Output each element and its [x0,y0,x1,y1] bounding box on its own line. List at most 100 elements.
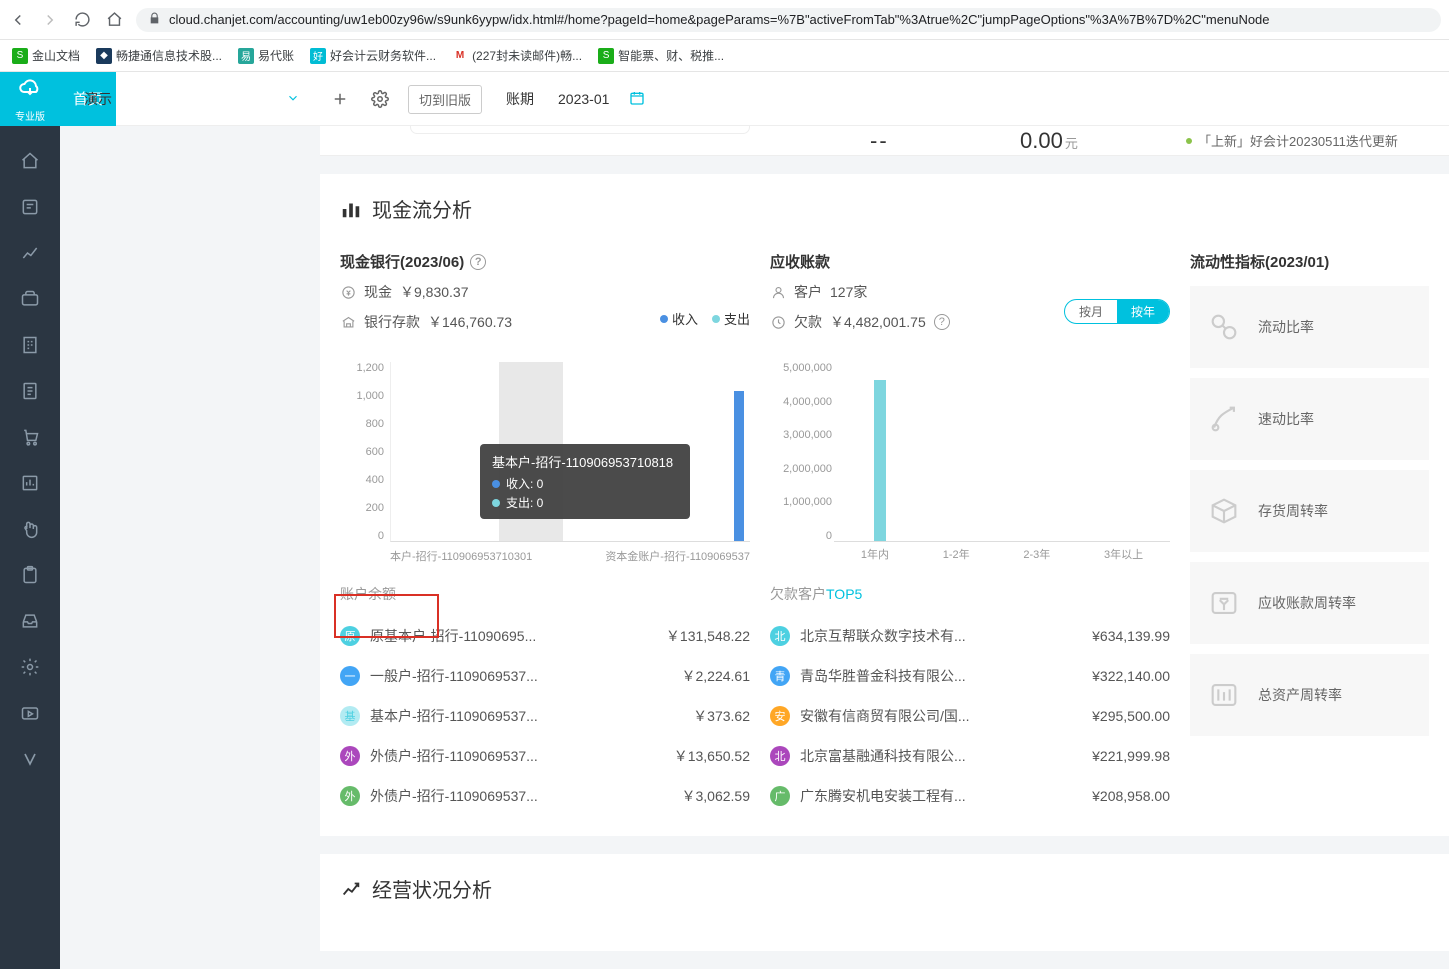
account-value: ￥3,062.59 [682,786,751,806]
org-selector[interactable]: 演示 [72,81,312,117]
nav-settings-icon[interactable] [0,644,60,690]
bookmark-item[interactable]: 易易代账 [238,47,294,64]
indicator-icon [1204,491,1244,531]
bookmark-icon: 易 [238,48,254,64]
bookmark-icon: ◆ [96,48,112,64]
customer-badge: 北 [770,626,790,646]
indicator-label: 总资产周转率 [1258,685,1342,705]
help-icon[interactable]: ? [934,314,950,330]
nav-video-icon[interactable] [0,690,60,736]
nav-clipboard-icon[interactable] [0,552,60,598]
toggle-year[interactable]: 按年 [1117,300,1169,323]
indicator-icon [1204,675,1244,715]
indicator-icon [1204,399,1244,439]
nav-home-icon[interactable] [0,138,60,184]
nav-v-icon[interactable] [0,736,60,782]
bookmark-icon: 好 [310,48,326,64]
nav-ledger-icon[interactable] [0,184,60,230]
switch-old-button[interactable]: 切到旧版 [408,85,482,114]
indicator-label: 速动比率 [1258,409,1314,429]
customer-row[interactable]: 青 青岛华胜普金科技有限公... ¥322,140.00 [770,656,1170,696]
receivables-title: 应收账款 [770,251,950,272]
nav-cart-icon[interactable] [0,414,60,460]
customer-icon [770,284,786,300]
account-value: ￥373.62 [693,706,750,726]
indicator-card[interactable]: 流动比率 [1190,286,1429,368]
cash-bank-title: 现金银行(2023/06) ? [340,251,512,272]
news-dot-icon [1186,138,1192,144]
nav-report-icon[interactable] [0,460,60,506]
section-title: 经营状况分析 [340,874,1429,903]
nav-inbox-icon[interactable] [0,598,60,644]
toggle-month[interactable]: 按月 [1065,300,1117,323]
operating-panel: 经营状况分析 [320,854,1449,951]
indicator-icon [1204,583,1244,623]
customer-row[interactable]: 北 北京富基融通科技有限公... ¥221,999.98 [770,736,1170,776]
chevron-down-icon [286,91,300,108]
indicator-card[interactable]: 总资产周转率 [1190,654,1429,736]
highlight-box [334,594,439,638]
account-row[interactable]: 外 外债户-招行-1109069537... ￥3,062.59 [340,776,750,816]
cash-bank-chart: 1,2001,0008006004002000 基本户-招行-110906953… [340,362,750,562]
account-row[interactable]: 一 一般户-招行-1109069537... ￥2,224.61 [340,656,750,696]
bookmark-item[interactable]: ◆畅捷通信息技术股... [96,47,222,64]
logo-text: 专业版 [15,108,45,123]
customer-value: ¥322,140.00 [1092,668,1170,684]
account-badge: 外 [340,746,360,766]
legend-income: 收入 [660,309,698,328]
nav-hand-icon[interactable] [0,506,60,552]
bookmark-item[interactable]: 好好会计云财务软件... [310,47,436,64]
zero-unit: 元 [1065,133,1078,152]
liquidity-column: 流动性指标(2023/01) 流动比率 速动比率 存货周转率 应收账款周转率 总… [1190,251,1429,816]
customer-label: 客户 [794,282,822,302]
reload-button[interactable] [72,10,92,30]
account-badge: 外 [340,786,360,806]
indicator-card[interactable]: 应收账款周转率 [1190,562,1429,644]
nav-wallet-icon[interactable] [0,276,60,322]
deposit-value: ￥146,760.73 [428,312,512,332]
account-value: ￥2,224.61 [682,666,751,686]
indicator-card[interactable]: 速动比率 [1190,378,1429,460]
bookmark-item[interactable]: M(227封未读邮件)畅... [452,47,582,64]
bookmark-icon: M [452,48,468,64]
nav-building-icon[interactable] [0,322,60,368]
dash-value: -- [870,128,889,154]
help-icon[interactable]: ? [470,254,486,270]
forward-button[interactable] [40,10,60,30]
owe-label: 欠款 [794,312,822,332]
indicator-card[interactable]: 存货周转率 [1190,470,1429,552]
customer-badge: 北 [770,746,790,766]
account-name: 外债户-招行-1109069537... [370,746,664,766]
period-toggle: 按月 按年 [1064,299,1170,324]
news-item[interactable]: 「上新」好会计20230511迭代更新 [1186,131,1398,150]
nav-doc-icon[interactable] [0,368,60,414]
back-button[interactable] [8,10,28,30]
add-button[interactable] [328,87,352,111]
legend-expense: 支出 [712,309,750,328]
calendar-icon[interactable] [629,90,645,109]
account-row[interactable]: 外 外债户-招行-1109069537... ￥13,650.52 [340,736,750,776]
logo[interactable]: 专业版 [0,72,60,126]
period-value: 2023-01 [558,91,609,107]
customer-name: 北京富基融通科技有限公... [800,746,1082,766]
account-name: 一般户-招行-1109069537... [370,666,672,686]
customer-row[interactable]: 安 安徽有信商贸有限公司/国... ¥295,500.00 [770,696,1170,736]
customer-row[interactable]: 广 广东腾安机电安装工程有... ¥208,958.00 [770,776,1170,816]
customer-row[interactable]: 北 北京互帮联众数字技术有... ¥634,139.99 [770,616,1170,656]
customer-name: 北京互帮联众数字技术有... [800,626,1082,646]
settings-button[interactable] [368,87,392,111]
nav-chart-icon[interactable] [0,230,60,276]
receivables-column: 应收账款 客户 127家 欠款 ￥4,482,001.75 [770,251,1170,816]
indicator-label: 存货周转率 [1258,501,1328,521]
url-text: cloud.chanjet.com/accounting/uw1eb00zy96… [169,12,1429,27]
home-button[interactable] [104,10,124,30]
chart-tooltip: 基本户-招行-110906953710818 收入: 0 支出: 0 [480,444,690,519]
bookmark-item[interactable]: S金山文档 [12,47,80,64]
address-bar[interactable]: cloud.chanjet.com/accounting/uw1eb00zy96… [136,8,1441,32]
bookmark-icon: S [12,48,28,64]
account-value: ￥13,650.52 [674,746,750,766]
zero-value: 0.00 [1020,128,1063,154]
bookmark-item[interactable]: S智能票、财、税推... [598,47,724,64]
account-row[interactable]: 基 基本户-招行-1109069537... ￥373.62 [340,696,750,736]
top5-title: 欠款客户TOP5 [770,584,1170,604]
